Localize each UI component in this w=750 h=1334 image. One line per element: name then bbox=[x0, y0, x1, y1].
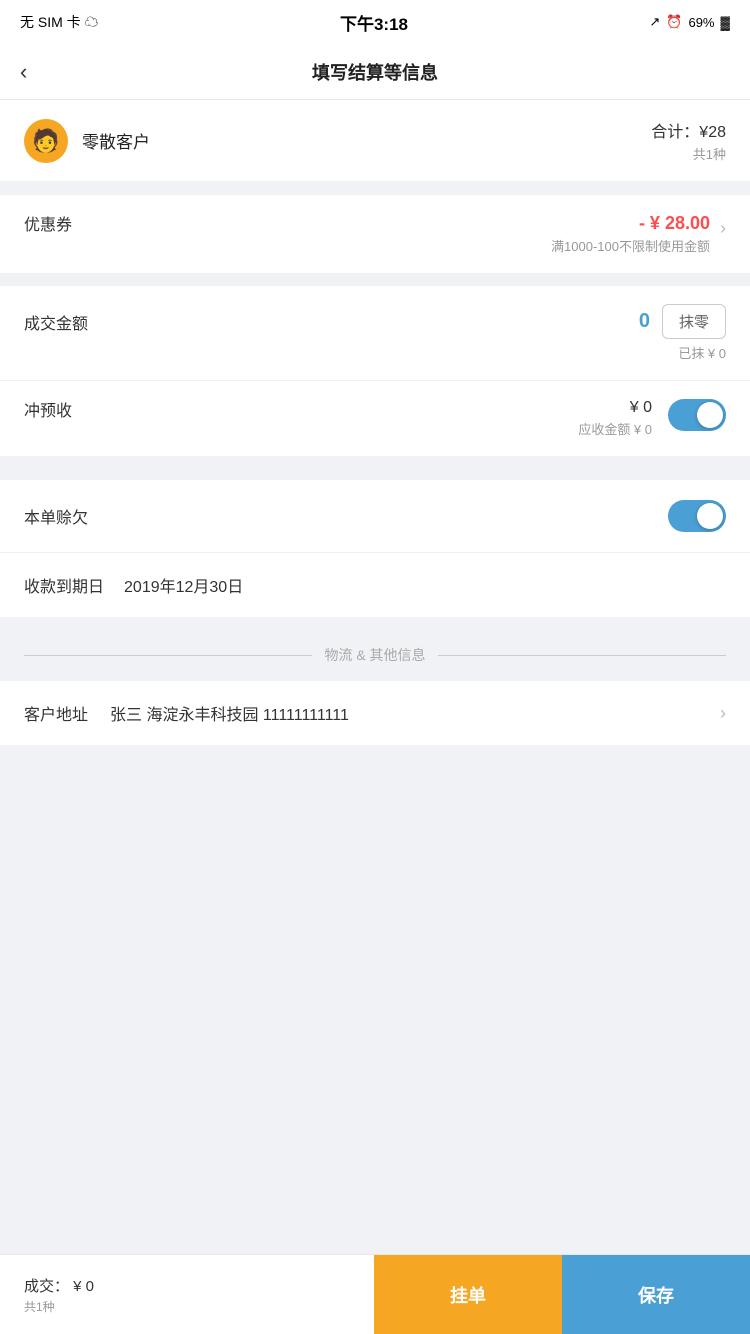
prepay-section: 冲预收 ¥ 0 应收金额 ¥ 0 bbox=[0, 380, 750, 456]
credit-section: 本单赊欠 bbox=[0, 480, 750, 553]
due-date-section: 收款到期日 2019年12月30日 bbox=[0, 553, 750, 617]
address-label: 客户地址 bbox=[24, 701, 94, 725]
coupon-amount: - ¥ 28.00 bbox=[551, 213, 710, 234]
content-area: 🧑 零散客户 合计：¥28 共1种 优惠券 - ¥ 28.00 满1000-10… bbox=[0, 100, 750, 845]
logistics-line-left bbox=[24, 655, 312, 656]
prepay-amount: ¥ 0 bbox=[578, 399, 652, 417]
customer-total: 合计：¥28 共1种 bbox=[651, 118, 726, 163]
page-title: 填写结算等信息 bbox=[312, 59, 438, 85]
transaction-sub: 已抹 ¥ 0 bbox=[24, 343, 726, 362]
total-amount: 合计：¥28 bbox=[651, 118, 726, 142]
transaction-row: 成交金额 0 抹零 bbox=[24, 304, 726, 339]
status-left: 无 SIM 卡 ☁ bbox=[20, 12, 99, 32]
section-gap-3 bbox=[0, 456, 750, 468]
location-icon: ↗ bbox=[649, 14, 660, 30]
prepay-value-wrap: ¥ 0 应收金额 ¥ 0 bbox=[578, 399, 652, 438]
nav-bar: ‹ 填写结算等信息 bbox=[0, 44, 750, 100]
section-gap-1 bbox=[0, 183, 750, 195]
prepay-sub: 应收金额 ¥ 0 bbox=[578, 419, 652, 438]
status-right: ↗ ⏰ 69% ▓ bbox=[649, 14, 730, 30]
round-off-button[interactable]: 抹零 bbox=[662, 304, 726, 339]
address-value: 张三 海淀永丰科技园 11111111111 bbox=[110, 701, 720, 725]
transaction-input[interactable]: 0 bbox=[620, 310, 650, 333]
customer-name: 零散客户 bbox=[82, 128, 150, 153]
logistics-text: 物流 & 其他信息 bbox=[324, 645, 425, 665]
bottom-deal-count: 共1种 bbox=[24, 1298, 350, 1315]
bottom-deal-amount: 成交： ¥ 0 bbox=[24, 1275, 350, 1296]
sim-status: 无 SIM 卡 ☁ bbox=[20, 12, 99, 32]
credit-label: 本单赊欠 bbox=[24, 504, 88, 528]
hold-order-button[interactable]: 挂单 bbox=[374, 1255, 562, 1334]
battery-icon: ▓ bbox=[721, 15, 730, 30]
logistics-section: 物流 & 其他信息 bbox=[0, 629, 750, 681]
credit-toggle[interactable] bbox=[668, 500, 726, 532]
coupon-value-text: - ¥ 28.00 满1000-100不限制使用金额 bbox=[551, 213, 710, 255]
back-button[interactable]: ‹ bbox=[20, 59, 27, 85]
coupon-sub: 满1000-100不限制使用金额 bbox=[551, 236, 710, 255]
transaction-right: 0 抹零 bbox=[620, 304, 726, 339]
due-date-value: 2019年12月30日 bbox=[124, 573, 243, 597]
save-button[interactable]: 保存 bbox=[562, 1255, 750, 1334]
coupon-value-wrap: - ¥ 28.00 满1000-100不限制使用金额 › bbox=[551, 213, 726, 255]
bottom-bar: 成交： ¥ 0 共1种 挂单 保存 bbox=[0, 1254, 750, 1334]
transaction-section: 成交金额 0 抹零 已抹 ¥ 0 bbox=[0, 286, 750, 380]
avatar: 🧑 bbox=[24, 119, 68, 163]
customer-info: 🧑 零散客户 bbox=[24, 119, 150, 163]
bottom-info: 成交： ¥ 0 共1种 bbox=[0, 1255, 374, 1334]
logistics-line-right bbox=[438, 655, 726, 656]
total-count: 共1种 bbox=[651, 144, 726, 163]
coupon-chevron-icon: › bbox=[720, 215, 726, 241]
coupon-row[interactable]: 优惠券 - ¥ 28.00 满1000-100不限制使用金额 › bbox=[0, 195, 750, 274]
prepay-toggle[interactable] bbox=[668, 399, 726, 431]
status-bar: 无 SIM 卡 ☁ 下午3:18 ↗ ⏰ 69% ▓ bbox=[0, 0, 750, 44]
alarm-icon: ⏰ bbox=[666, 14, 682, 30]
due-date-label: 收款到期日 bbox=[24, 573, 104, 597]
prepay-label: 冲预收 bbox=[24, 399, 104, 425]
avatar-icon: 🧑 bbox=[32, 128, 59, 154]
status-time: 下午3:18 bbox=[340, 10, 408, 35]
section-gap-2 bbox=[0, 274, 750, 286]
battery-level: 69% bbox=[688, 15, 714, 30]
customer-section: 🧑 零散客户 合计：¥28 共1种 bbox=[0, 100, 750, 181]
transaction-label: 成交金额 bbox=[24, 310, 88, 334]
address-chevron-icon: › bbox=[720, 703, 726, 724]
address-section[interactable]: 客户地址 张三 海淀永丰科技园 11111111111 › bbox=[0, 681, 750, 745]
coupon-label: 优惠券 bbox=[24, 213, 104, 239]
prepay-right: ¥ 0 应收金额 ¥ 0 bbox=[578, 399, 726, 438]
